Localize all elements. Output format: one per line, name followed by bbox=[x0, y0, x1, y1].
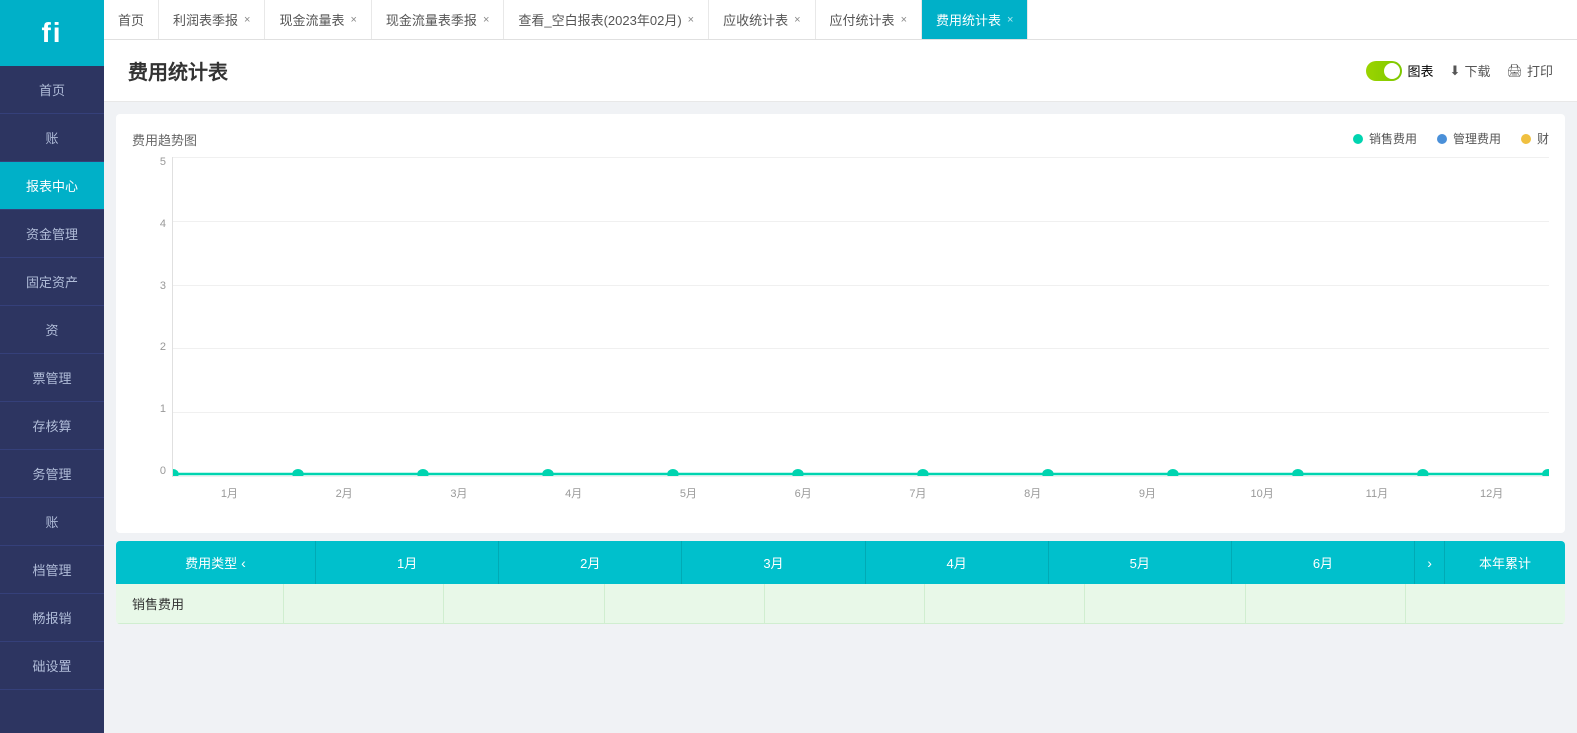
y-label-1: 1 bbox=[132, 404, 172, 415]
tab-close-profit-quarterly[interactable]: × bbox=[244, 14, 250, 26]
y-label-2: 2 bbox=[132, 342, 172, 353]
x-label-dec: 12月 bbox=[1434, 485, 1549, 501]
main-area: 首页 利润表季报 × 现金流量表 × 现金流量表季报 × 查看_空白报表(202… bbox=[104, 0, 1577, 733]
sidebar-item-home[interactable]: 首页 bbox=[0, 66, 104, 114]
th-month-5: 5月 bbox=[1049, 541, 1232, 584]
legend-sales: 销售费用 bbox=[1353, 130, 1417, 147]
tab-close-blank-report[interactable]: × bbox=[688, 14, 694, 26]
td-sales-apr bbox=[765, 584, 925, 623]
prev-months-button[interactable]: ‹ bbox=[241, 555, 246, 571]
x-label-jun: 6月 bbox=[746, 485, 861, 501]
sidebar-item-ledger[interactable]: 账 bbox=[0, 498, 104, 546]
th-total: 本年累计 bbox=[1445, 541, 1565, 584]
tab-blank-report[interactable]: 查看_空白报表(2023年02月) × bbox=[504, 0, 709, 40]
td-sales-may bbox=[925, 584, 1085, 623]
legend-dot-sales bbox=[1353, 134, 1363, 144]
tab-close-payable[interactable]: × bbox=[901, 14, 907, 26]
x-axis: 1月 2月 3月 4月 5月 6月 7月 8月 9月 10月 11月 12月 bbox=[172, 477, 1549, 517]
sidebar-item-funds[interactable]: 资金管理 bbox=[0, 210, 104, 258]
x-label-jan: 1月 bbox=[172, 485, 287, 501]
header-actions: 图表 ⬇ 下载 🖨 打印 bbox=[1366, 61, 1553, 81]
y-label-5: 5 bbox=[132, 157, 172, 168]
th-type: 费用类型 ‹ bbox=[116, 541, 316, 584]
print-icon: 🖨 bbox=[1506, 63, 1523, 79]
next-months-button[interactable]: › bbox=[1427, 555, 1432, 571]
tab-profit-quarterly[interactable]: 利润表季报 × bbox=[159, 0, 265, 40]
x-label-nov: 11月 bbox=[1320, 485, 1435, 501]
tab-expense-stats[interactable]: 费用统计表 × bbox=[922, 0, 1028, 40]
y-label-3: 3 bbox=[132, 281, 172, 292]
y-label-4: 4 bbox=[132, 219, 172, 230]
next-months-button-th: › bbox=[1415, 541, 1445, 584]
tab-cashflow-quarterly[interactable]: 现金流量表季报 × bbox=[372, 0, 504, 40]
x-label-oct: 10月 bbox=[1205, 485, 1320, 501]
sidebar-item-inventory[interactable]: 存核算 bbox=[0, 402, 104, 450]
page-header: 费用统计表 图表 ⬇ 下载 🖨 打印 bbox=[104, 40, 1577, 102]
print-button[interactable]: 🖨 打印 bbox=[1506, 61, 1553, 80]
td-sales-nav bbox=[1246, 584, 1406, 623]
x-label-aug: 8月 bbox=[975, 485, 1090, 501]
td-sales-feb bbox=[444, 584, 604, 623]
y-label-0: 0 bbox=[132, 466, 172, 477]
chart-toggle[interactable] bbox=[1366, 61, 1402, 81]
x-label-apr: 4月 bbox=[516, 485, 631, 501]
table-section: 费用类型 ‹ 1月 2月 3月 4月 5月 bbox=[116, 541, 1565, 624]
td-sales-total bbox=[1406, 584, 1565, 623]
x-label-jul: 7月 bbox=[861, 485, 976, 501]
tab-receivable[interactable]: 应收统计表 × bbox=[709, 0, 815, 40]
tab-close-cashflow-quarterly[interactable]: × bbox=[483, 14, 489, 26]
th-month-3: 3月 bbox=[682, 541, 865, 584]
legend-admin: 管理费用 bbox=[1437, 130, 1501, 147]
chart-svg bbox=[173, 157, 1549, 476]
page-title: 费用统计表 bbox=[128, 56, 228, 85]
sidebar-logo: fi bbox=[0, 0, 104, 66]
legend-finance: 财 bbox=[1521, 130, 1549, 147]
tab-close-expense-stats[interactable]: × bbox=[1007, 14, 1013, 26]
sidebar-item-services[interactable]: 务管理 bbox=[0, 450, 104, 498]
th-month-1: 1月 bbox=[316, 541, 499, 584]
chart-title: 费用趋势图 bbox=[132, 130, 197, 149]
table-header-row: 费用类型 ‹ 1月 2月 3月 4月 5月 bbox=[116, 541, 1565, 584]
td-type-sales: 销售费用 bbox=[116, 584, 284, 623]
tab-home[interactable]: 首页 bbox=[104, 0, 159, 40]
table-row-sales: 销售费用 bbox=[116, 584, 1565, 624]
chart-toggle-wrap[interactable]: 图表 bbox=[1366, 61, 1434, 81]
chart-area bbox=[172, 157, 1549, 477]
th-month-4: 4月 bbox=[866, 541, 1049, 584]
x-label-mar: 3月 bbox=[402, 485, 517, 501]
x-label-sep: 9月 bbox=[1090, 485, 1205, 501]
tab-payable[interactable]: 应付统计表 × bbox=[816, 0, 922, 40]
chart-container: 0 1 2 3 4 5 bbox=[132, 157, 1549, 517]
td-sales-jan bbox=[284, 584, 444, 623]
th-month-6: 6月 bbox=[1232, 541, 1415, 584]
download-button[interactable]: ⬇ 下载 bbox=[1450, 61, 1491, 80]
sidebar-item-resources[interactable]: 资 bbox=[0, 306, 104, 354]
legend-dot-admin bbox=[1437, 134, 1447, 144]
sidebar-item-archive[interactable]: 档管理 bbox=[0, 546, 104, 594]
y-axis: 0 1 2 3 4 5 bbox=[132, 157, 172, 477]
content-area: 费用统计表 图表 ⬇ 下载 🖨 打印 费用趋势图 bbox=[104, 40, 1577, 733]
th-month-2: 2月 bbox=[499, 541, 682, 584]
sidebar-item-reports[interactable]: 报表中心 bbox=[0, 162, 104, 210]
sidebar-item-account[interactable]: 账 bbox=[0, 114, 104, 162]
tab-bar: 首页 利润表季报 × 现金流量表 × 现金流量表季报 × 查看_空白报表(202… bbox=[104, 0, 1577, 40]
tab-close-receivable[interactable]: × bbox=[794, 14, 800, 26]
chart-toggle-label: 图表 bbox=[1408, 61, 1434, 80]
td-sales-jun bbox=[1085, 584, 1245, 623]
sidebar: fi 首页 账 报表中心 资金管理 固定资产 资 票管理 存核算 务管理 账 档… bbox=[0, 0, 104, 733]
download-icon: ⬇ bbox=[1450, 63, 1461, 79]
chart-section: 费用趋势图 销售费用 管理费用 财 bbox=[116, 114, 1565, 533]
sidebar-item-assets[interactable]: 固定资产 bbox=[0, 258, 104, 306]
tab-close-cashflow[interactable]: × bbox=[350, 14, 356, 26]
x-label-may: 5月 bbox=[631, 485, 746, 501]
legend-dot-finance bbox=[1521, 134, 1531, 144]
td-sales-mar bbox=[605, 584, 765, 623]
sidebar-item-expense[interactable]: 畅报销 bbox=[0, 594, 104, 642]
tab-cashflow[interactable]: 现金流量表 × bbox=[265, 0, 371, 40]
x-label-feb: 2月 bbox=[287, 485, 402, 501]
chart-legend: 销售费用 管理费用 财 bbox=[1353, 130, 1549, 147]
sidebar-item-settings[interactable]: 础设置 bbox=[0, 642, 104, 690]
sidebar-item-tickets[interactable]: 票管理 bbox=[0, 354, 104, 402]
